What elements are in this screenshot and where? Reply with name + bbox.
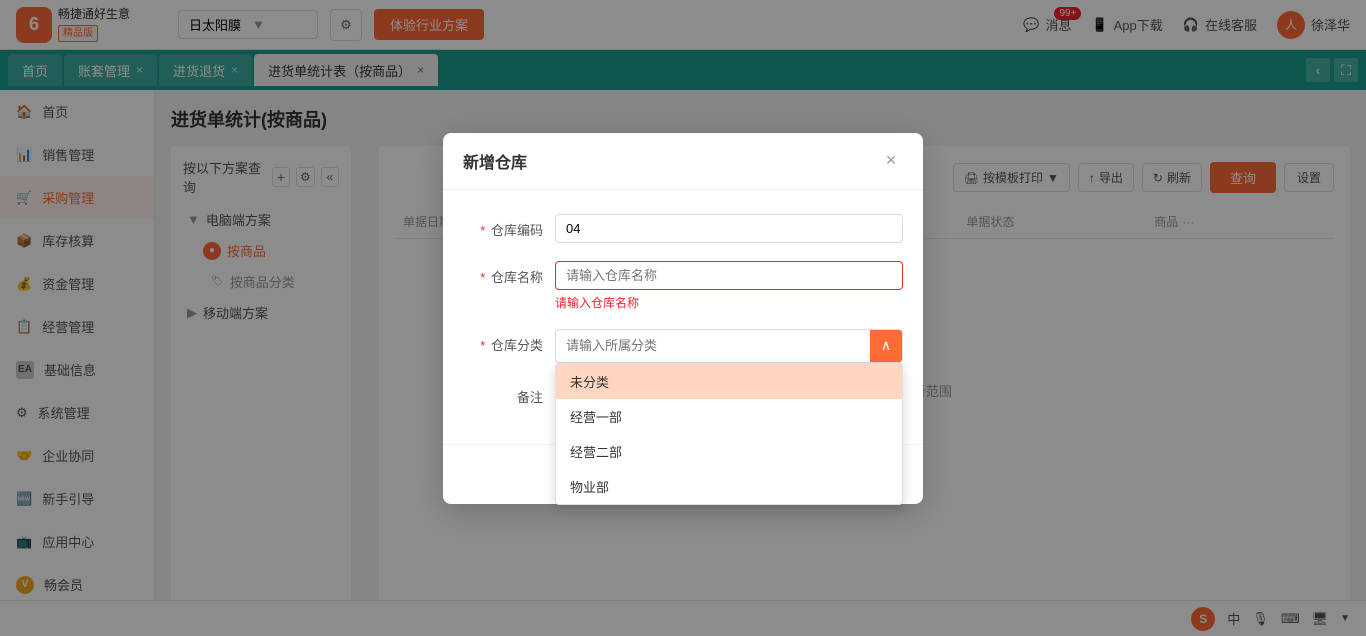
remark-label: 备注 [463,381,543,406]
warehouse-name-input[interactable] [555,261,903,290]
category-dropdown: 未分类 经营一部 经营二部 物业部 [555,363,903,505]
dropdown-item-property[interactable]: 物业部 [556,469,902,504]
warehouse-category-label: * 仓库分类 [463,329,543,354]
warehouse-name-wrap: 请输入仓库名称 [555,261,903,311]
modal-overlay[interactable]: 新增仓库 × * 仓库编码 * 仓库名称 请输入仓库名称 [0,0,1366,636]
warehouse-name-label: * 仓库名称 [463,261,543,286]
warehouse-code-input[interactable] [555,214,903,243]
modal-title: 新增仓库 [463,149,527,173]
category-selector: ∧ 未分类 经营一部 经营二部 物业部 [555,329,903,363]
warehouse-name-error: 请输入仓库名称 [555,294,903,311]
dropdown-item-dept1[interactable]: 经营一部 [556,399,902,434]
modal-header: 新增仓库 × [443,133,923,190]
required-star-code: * [480,223,485,238]
dropdown-item-dept2[interactable]: 经营二部 [556,434,902,469]
category-toggle-button[interactable]: ∧ [870,330,902,362]
modal-new-warehouse: 新增仓库 × * 仓库编码 * 仓库名称 请输入仓库名称 [443,133,923,504]
modal-body: * 仓库编码 * 仓库名称 请输入仓库名称 * [443,190,923,444]
required-star-name: * [480,270,485,285]
required-star-category: * [480,338,485,353]
form-row-name: * 仓库名称 请输入仓库名称 [463,261,903,311]
form-row-code: * 仓库编码 [463,214,903,243]
dropdown-item-uncategorized[interactable]: 未分类 [556,364,902,399]
category-input[interactable] [556,332,870,359]
warehouse-code-label: * 仓库编码 [463,214,543,239]
form-row-category: * 仓库分类 ∧ 未分类 经营一部 经营二部 物业部 [463,329,903,363]
modal-close-button[interactable]: × [879,149,903,173]
category-input-row: ∧ [555,329,903,363]
